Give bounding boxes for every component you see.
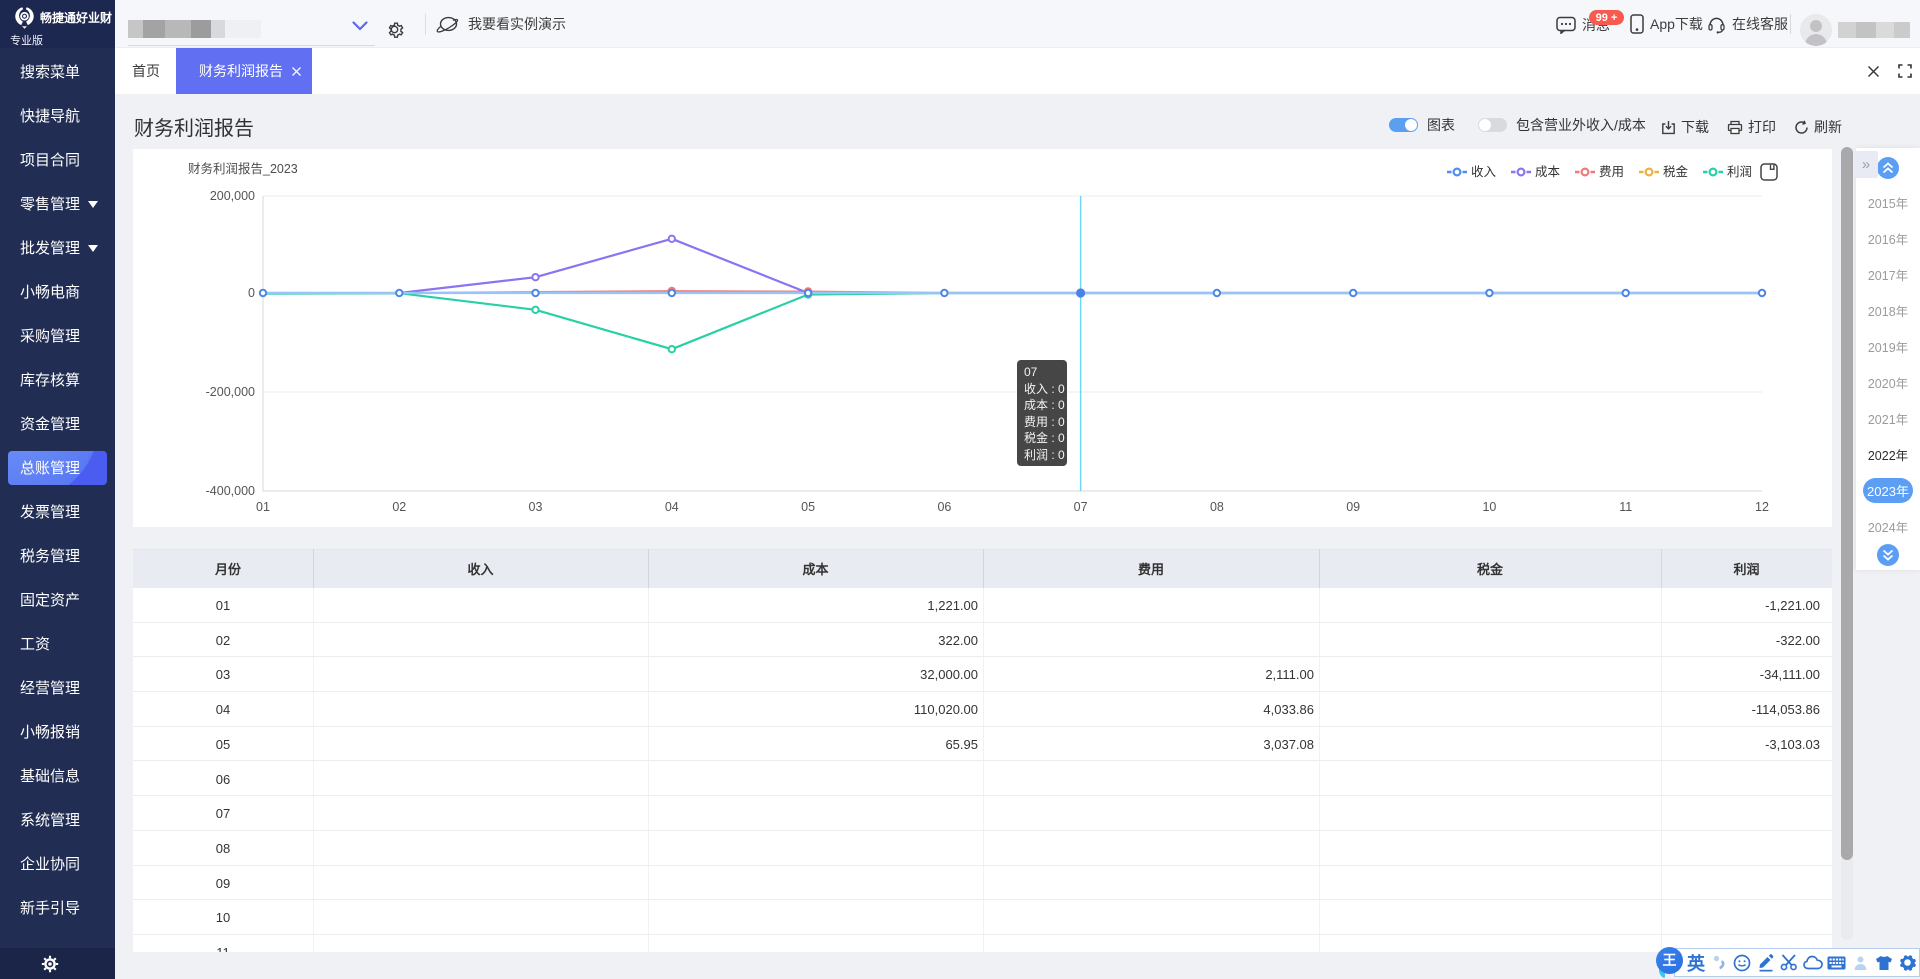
svg-text:01: 01 — [256, 500, 270, 514]
svg-text:税金: 税金 — [1663, 161, 1689, 180]
svg-text:02: 02 — [392, 500, 406, 514]
svg-text:费用: 费用 — [1599, 161, 1624, 180]
svg-text:0: 0 — [248, 286, 255, 300]
svg-text:11: 11 — [1619, 500, 1632, 514]
svg-text:收入: 收入 — [1471, 161, 1497, 180]
svg-text:成本: 成本 — [1535, 161, 1561, 180]
svg-text:-400,000: -400,000 — [206, 484, 255, 498]
svg-text:200,000: 200,000 — [210, 189, 255, 203]
svg-text:08: 08 — [1210, 500, 1224, 514]
svg-text:05: 05 — [801, 500, 815, 514]
svg-text:04: 04 — [665, 500, 679, 514]
svg-text:03: 03 — [529, 500, 543, 514]
svg-text:利润: 利润 — [1727, 161, 1752, 180]
svg-text:财务利润报告_2023: 财务利润报告_2023 — [188, 158, 298, 177]
svg-text:10: 10 — [1482, 500, 1496, 514]
svg-text:12: 12 — [1755, 500, 1769, 514]
svg-text:-200,000: -200,000 — [206, 385, 255, 399]
svg-text:06: 06 — [937, 500, 951, 514]
svg-text:09: 09 — [1346, 500, 1360, 514]
svg-text:07: 07 — [1074, 500, 1088, 514]
